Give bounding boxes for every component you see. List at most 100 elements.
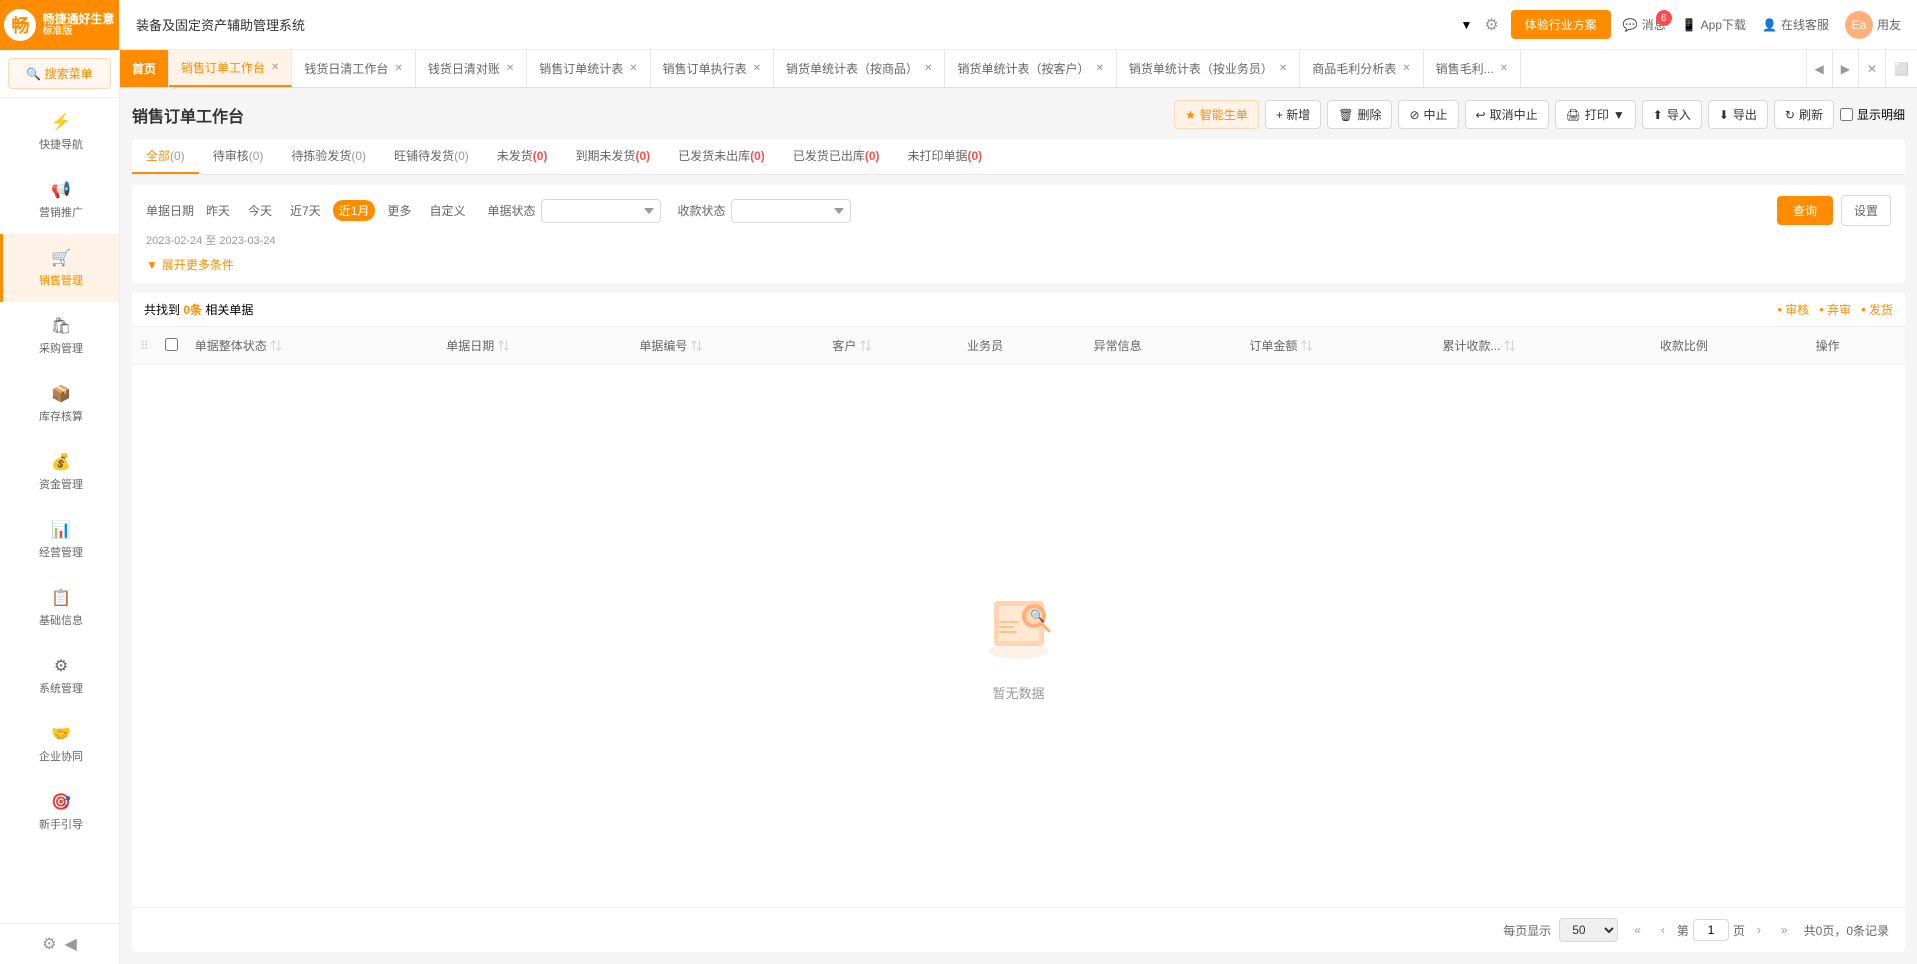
close-sales-staff-icon[interactable]: ✕ <box>1279 63 1287 74</box>
sidebar-item-basic[interactable]: 📋 基础信息 <box>0 574 119 642</box>
close-sales-margin-icon[interactable]: ✕ <box>1500 63 1508 74</box>
first-page-btn[interactable]: « <box>1626 920 1649 940</box>
sidebar-item-collab[interactable]: 🤝 企业协同 <box>0 710 119 778</box>
sidebar-item-quick-nav[interactable]: ⚡ 快捷导航 <box>0 98 119 166</box>
page-input[interactable] <box>1693 919 1729 941</box>
cancel-review-btn[interactable]: 弃审 <box>1819 301 1851 318</box>
tab-sales-workbench[interactable]: 销售订单工作台 ✕ <box>169 50 292 87</box>
close-cash-daily-icon[interactable]: ✕ <box>394 63 402 74</box>
tab-maximize[interactable]: ⬜ <box>1885 50 1917 88</box>
date-opt-more[interactable]: 更多 <box>381 200 417 221</box>
show-detail-checkbox[interactable] <box>1840 108 1853 121</box>
tab-gross-margin[interactable]: 商品毛利分析表 ✕ <box>1300 50 1423 87</box>
sub-tab-shop-pending[interactable]: 旺铺待发货(0) <box>380 139 483 174</box>
finance-label: 资金管理 <box>39 476 83 492</box>
sub-tab-pending-inspect[interactable]: 待拣验发货(0) <box>277 139 380 174</box>
prev-page-btn[interactable]: ‹ <box>1653 920 1673 940</box>
last-page-btn[interactable]: » <box>1773 920 1796 940</box>
close-sales-customer-icon[interactable]: ✕ <box>1095 63 1103 74</box>
gear-icon[interactable]: ⚙ <box>1484 15 1498 35</box>
date-opt-1month[interactable]: 近1月 <box>333 200 376 221</box>
sidebar-item-marketing[interactable]: 📢 营销推广 <box>0 166 119 234</box>
page-size-select[interactable]: 20 50 100 <box>1559 918 1618 942</box>
search-menu-btn[interactable]: 🔍 搜索菜单 <box>8 58 111 89</box>
sidebar-item-sales[interactable]: 🛒 销售管理 <box>0 234 119 302</box>
tab-sales-staff[interactable]: 销货单统计表（按业务员） ✕ <box>1117 50 1300 87</box>
status-select[interactable] <box>541 199 661 223</box>
sidebar-item-finance[interactable]: 💰 资金管理 <box>0 438 119 506</box>
close-gross-margin-icon[interactable]: ✕ <box>1402 63 1410 74</box>
close-order-exec-icon[interactable]: ✕ <box>753 63 761 74</box>
date-opt-yesterday[interactable]: 昨天 <box>200 200 236 221</box>
sub-tab-pending-review[interactable]: 待审核(0) <box>199 139 278 174</box>
tab-sales-customer[interactable]: 销货单统计表（按客户） ✕ <box>945 50 1116 87</box>
expand-conditions-btn[interactable]: ▼ 展开更多条件 <box>146 256 1891 273</box>
close-reconciliation-icon[interactable]: ✕ <box>506 63 514 74</box>
smart-gen-btn[interactable]: ★ 智能生单 <box>1174 100 1259 129</box>
filter-row-date-range: 2023-02-24 至 2023-03-24 <box>146 232 1891 248</box>
sidebar-item-purchase[interactable]: 🛍 采购管理 <box>0 302 119 370</box>
date-opt-7days[interactable]: 近7天 <box>284 200 327 221</box>
message-btn[interactable]: 💬 消息 6 <box>1623 16 1666 33</box>
collapse-icon[interactable]: ◀ <box>65 934 77 954</box>
payment-select[interactable] <box>731 199 851 223</box>
import-btn[interactable]: ⬆ 导入 <box>1642 100 1702 129</box>
app-name: 畅捷通好生意 <box>42 12 114 26</box>
sidebar-item-guide[interactable]: 🎯 新手引导 <box>0 778 119 846</box>
app-download-btn[interactable]: 📱 App下载 <box>1682 16 1746 33</box>
sidebar-item-inventory[interactable]: 📦 库存核算 <box>0 370 119 438</box>
system-dropdown[interactable]: ▼ <box>1460 18 1472 32</box>
export-btn[interactable]: ⬇ 导出 <box>1708 100 1768 129</box>
close-sales-workbench-icon[interactable]: ✕ <box>271 62 279 73</box>
sub-tab-shipped-out[interactable]: 已发货已出库(0) <box>779 139 894 174</box>
tab-sales-margin[interactable]: 销售毛利... ✕ <box>1424 50 1521 87</box>
sort-status-icon[interactable]: ⇅ <box>270 339 282 353</box>
sort-collected-icon[interactable]: ⇅ <box>1504 339 1516 353</box>
tab-scroll-left[interactable]: ◀ <box>1806 50 1832 88</box>
stop-label: 中止 <box>1424 106 1448 123</box>
sidebar-item-system[interactable]: ⚙ 系统管理 <box>0 642 119 710</box>
ship-btn[interactable]: 发货 <box>1861 301 1893 318</box>
cancel-stop-btn[interactable]: ↩ 取消中止 <box>1465 100 1549 129</box>
show-detail-checkbox-label[interactable]: 显示明细 <box>1840 106 1905 123</box>
filter-actions: 查询 设置 <box>1777 195 1891 226</box>
tab-order-stats[interactable]: 销售订单统计表 ✕ <box>527 50 650 87</box>
tab-close-all[interactable]: ✕ <box>1858 50 1885 88</box>
sidebar-item-business[interactable]: 📊 经营管理 <box>0 506 119 574</box>
close-sales-product-icon[interactable]: ✕ <box>924 63 932 74</box>
date-opt-custom[interactable]: 自定义 <box>423 200 471 221</box>
sort-number-icon[interactable]: ⇅ <box>691 339 703 353</box>
sort-customer-icon[interactable]: ⇅ <box>860 339 872 353</box>
add-btn[interactable]: + 新增 <box>1265 100 1321 129</box>
sales-product-label: 销货单统计表（按商品） <box>786 60 918 77</box>
user-area[interactable]: Ea 用友 <box>1845 11 1901 39</box>
select-all-checkbox[interactable] <box>165 338 178 351</box>
smart-gen-label: 智能生单 <box>1200 106 1248 123</box>
setting-btn[interactable]: 设置 <box>1841 195 1891 226</box>
sub-tab-all[interactable]: 全部(0) <box>132 139 199 174</box>
review-btn[interactable]: 审核 <box>1777 301 1809 318</box>
print-btn[interactable]: 🖨 打印 ▼ <box>1555 100 1636 129</box>
sub-tab-shipped-not-out[interactable]: 已发货未出库(0) <box>664 139 779 174</box>
sort-date-icon[interactable]: ⇅ <box>498 339 510 353</box>
close-order-stats-icon[interactable]: ✕ <box>629 63 637 74</box>
tab-cash-daily[interactable]: 钱货日清工作台 ✕ <box>292 50 415 87</box>
query-btn[interactable]: 查询 <box>1777 196 1833 225</box>
tab-order-exec[interactable]: 销售订单执行表 ✕ <box>651 50 774 87</box>
sub-tab-unprinted[interactable]: 未打印单据(0) <box>894 139 997 174</box>
tab-scroll-right[interactable]: ▶ <box>1832 50 1858 88</box>
settings-icon[interactable]: ⚙ <box>42 934 56 954</box>
tab-home[interactable]: 首页 <box>120 50 169 87</box>
refresh-btn[interactable]: ↻ 刷新 <box>1774 100 1834 129</box>
sort-amount-icon[interactable]: ⇅ <box>1301 339 1313 353</box>
solution-btn[interactable]: 体验行业方案 <box>1511 10 1611 39</box>
date-opt-today[interactable]: 今天 <box>242 200 278 221</box>
sub-tab-unshipped[interactable]: 未发货(0) <box>483 139 562 174</box>
tab-sales-product[interactable]: 销货单统计表（按商品） ✕ <box>774 50 945 87</box>
sub-tab-overdue-unshipped[interactable]: 到期未发货(0) <box>561 139 664 174</box>
next-page-btn[interactable]: › <box>1749 920 1769 940</box>
online-service-btn[interactable]: 👤 在线客服 <box>1762 16 1829 33</box>
delete-btn[interactable]: 🗑 删除 <box>1327 100 1392 129</box>
tab-reconciliation[interactable]: 钱货日清对账 ✕ <box>416 50 527 87</box>
stop-btn[interactable]: ⊘ 中止 <box>1398 100 1458 129</box>
